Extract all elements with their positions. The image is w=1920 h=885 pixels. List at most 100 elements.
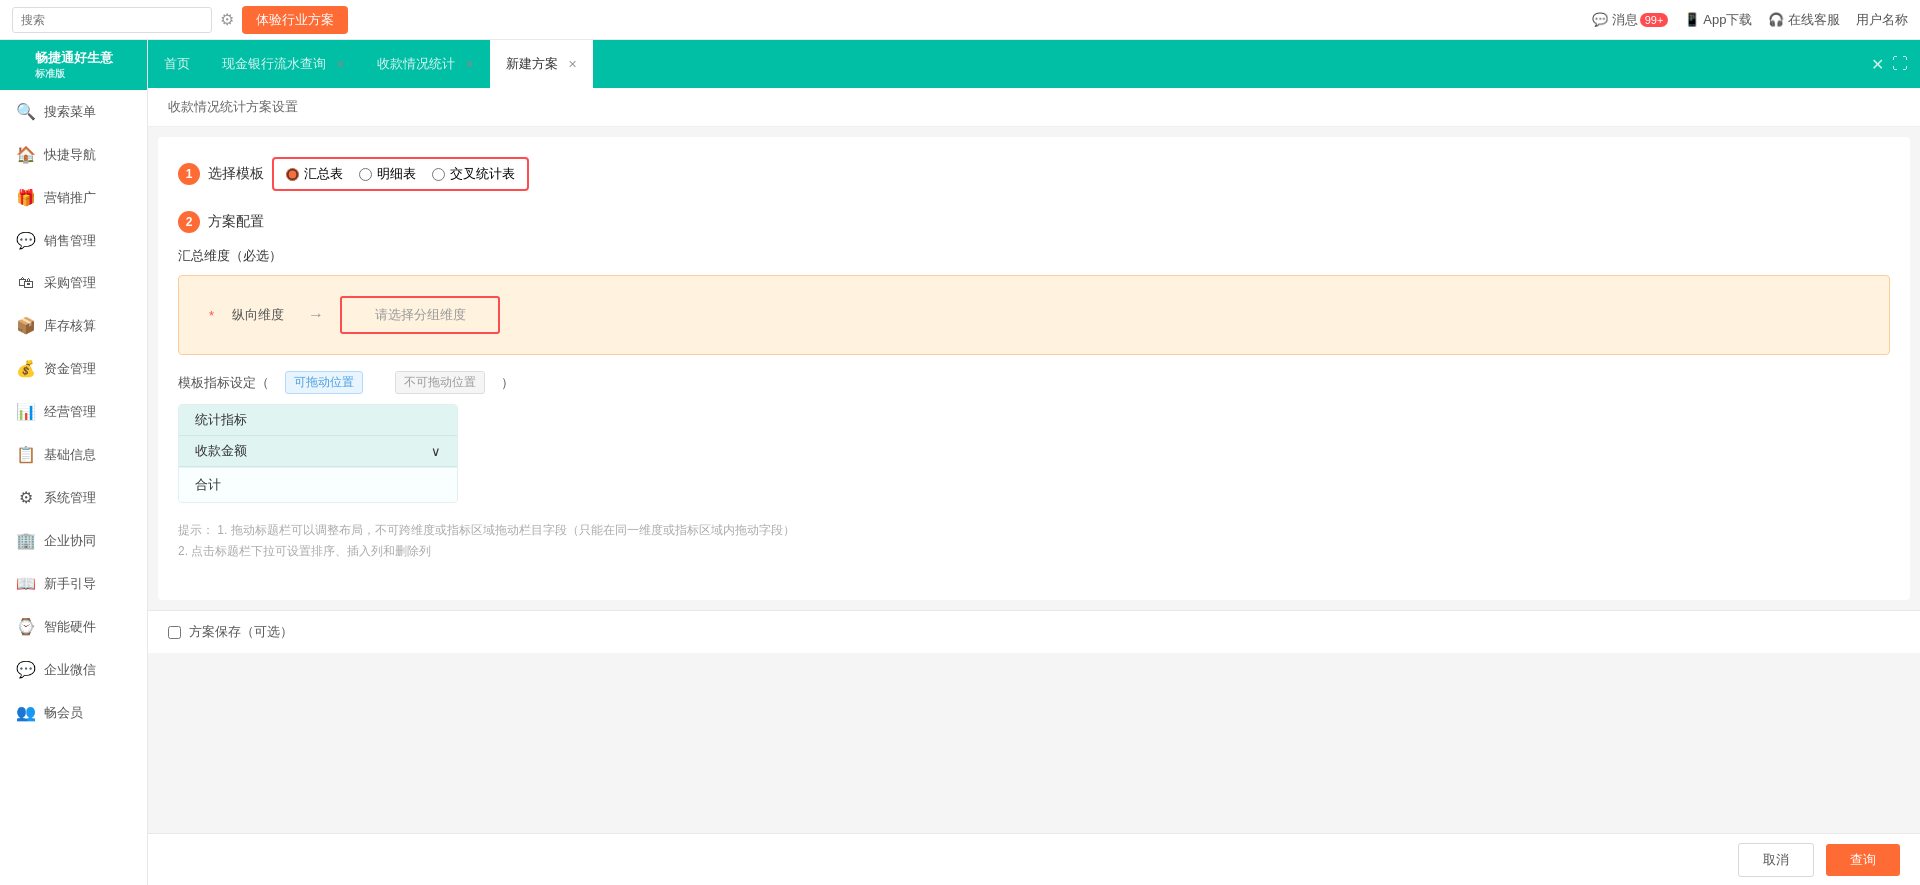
sidebar-item-weixin[interactable]: 💬 企业微信 bbox=[0, 648, 147, 691]
radio-detail-input[interactable] bbox=[359, 168, 372, 181]
search-menu-icon: 🔍 bbox=[16, 102, 36, 121]
sidebar-item-finance[interactable]: 💰 资金管理 bbox=[0, 347, 147, 390]
sidebar-item-smart-hw[interactable]: ⌚ 智能硬件 bbox=[0, 605, 147, 648]
logo-badge: 标准版 bbox=[35, 67, 113, 81]
logo-text: 畅捷通好生意 bbox=[35, 49, 113, 67]
indicator-table-row: 合计 bbox=[179, 467, 457, 502]
column-dropdown-icon[interactable]: ∨ bbox=[431, 444, 441, 459]
gear-icon[interactable]: ⚙ bbox=[220, 10, 234, 29]
tips-section: 提示： 1. 拖动标题栏可以调整布局，不可跨维度或指标区域拖动栏目字段（只能在同… bbox=[178, 522, 1890, 560]
app-download[interactable]: 📱 App下载 bbox=[1684, 11, 1752, 29]
sidebar-item-purchase[interactable]: 🛍 采购管理 bbox=[0, 262, 147, 304]
search-input[interactable] bbox=[12, 7, 212, 33]
vertical-dimension-input[interactable]: 请选择分组维度 bbox=[340, 296, 500, 334]
operations-icon: 📊 bbox=[16, 402, 36, 421]
radio-detail[interactable]: 明细表 bbox=[359, 165, 416, 183]
online-support[interactable]: 🎧 在线客服 bbox=[1768, 11, 1840, 29]
notification-item[interactable]: 💬 消息99+ bbox=[1592, 11, 1668, 29]
top-bar: ⚙ 体验行业方案 💬 消息99+ 📱 App下载 🎧 在线客服 用户名称 bbox=[0, 0, 1920, 40]
basic-info-icon: 📋 bbox=[16, 445, 36, 464]
sidebar-item-basic-info[interactable]: 📋 基础信息 bbox=[0, 433, 147, 476]
radio-summary[interactable]: 汇总表 bbox=[286, 165, 343, 183]
sidebar-item-marketing[interactable]: 🎁 营销推广 bbox=[0, 176, 147, 219]
sidebar: 畅捷通好生意 标准版 🔍 搜索菜单 🏠 快捷导航 🎁 营销推广 💬 销售管理 bbox=[0, 40, 148, 885]
radio-summary-label: 汇总表 bbox=[304, 165, 343, 183]
sidebar-item-label: 畅会员 bbox=[44, 704, 83, 722]
tab-new-plan[interactable]: 新建方案 ✕ bbox=[490, 40, 593, 88]
tab-close-icon[interactable]: ✕ bbox=[1871, 55, 1884, 74]
radio-cross[interactable]: 交叉统计表 bbox=[432, 165, 515, 183]
weixin-icon: 💬 bbox=[16, 660, 36, 679]
sidebar-item-search-menu[interactable]: 🔍 搜索菜单 bbox=[0, 90, 147, 133]
enterprise-icon: 🏢 bbox=[16, 531, 36, 550]
sidebar-item-label: 营销推广 bbox=[44, 189, 96, 207]
indicator-column-header-row: 收款金额 ∨ bbox=[179, 436, 457, 467]
step1-title: 选择模板 bbox=[208, 165, 264, 183]
step2-header: 2 方案配置 bbox=[178, 211, 1890, 233]
tab-expand-icon[interactable]: ⛶ bbox=[1892, 55, 1908, 73]
system-icon: ⚙ bbox=[16, 488, 36, 507]
sidebar-item-label: 企业协同 bbox=[44, 532, 96, 550]
tip2: 2. 点击标题栏下拉可设置排序、插入列和删除列 bbox=[178, 543, 1890, 560]
sidebar-item-label: 企业微信 bbox=[44, 661, 96, 679]
finance-icon: 💰 bbox=[16, 359, 36, 378]
tab-new-plan-close[interactable]: ✕ bbox=[568, 58, 577, 71]
radio-cross-label: 交叉统计表 bbox=[450, 165, 515, 183]
step1-header: 1 选择模板 汇总表 明细表 bbox=[178, 157, 1890, 191]
guide-icon: 📖 bbox=[16, 574, 36, 593]
cancel-button[interactable]: 取消 bbox=[1738, 843, 1814, 877]
radio-cross-input[interactable] bbox=[432, 168, 445, 181]
quick-nav-icon: 🏠 bbox=[16, 145, 36, 164]
smart-hw-icon: ⌚ bbox=[16, 617, 36, 636]
sidebar-item-label: 经营管理 bbox=[44, 403, 96, 421]
bottom-save-section: 方案保存（可选） bbox=[148, 610, 1920, 653]
tab-bar-actions: ✕ ⛶ bbox=[1871, 55, 1920, 74]
sidebar-item-inventory[interactable]: 📦 库存核算 bbox=[0, 304, 147, 347]
member-icon: 👥 bbox=[16, 703, 36, 722]
tab-cash-flow-close[interactable]: ✕ bbox=[336, 58, 345, 71]
indicator-table: 统计指标 收款金额 ∨ 合计 bbox=[178, 404, 458, 503]
step1-number: 1 bbox=[178, 163, 200, 185]
tab-cash-flow[interactable]: 现金银行流水查询 ✕ bbox=[206, 40, 361, 88]
sidebar-item-sales[interactable]: 💬 销售管理 bbox=[0, 219, 147, 262]
sidebar-item-operations[interactable]: 📊 经营管理 bbox=[0, 390, 147, 433]
query-button[interactable]: 查询 bbox=[1826, 844, 1900, 876]
tab-cash-flow-label: 现金银行流水查询 bbox=[222, 55, 326, 73]
tab-home[interactable]: 首页 bbox=[148, 40, 206, 88]
vertical-dimension-row: * 纵向维度 → 请选择分组维度 bbox=[209, 296, 1859, 334]
save-plan-checkbox[interactable] bbox=[168, 626, 181, 639]
form-card: 1 选择模板 汇总表 明细表 bbox=[158, 137, 1910, 600]
tab-receipt-stats[interactable]: 收款情况统计 ✕ bbox=[361, 40, 490, 88]
notification-badge: 99+ bbox=[1640, 13, 1669, 27]
user-name: 用户名称 bbox=[1856, 11, 1908, 29]
tab-new-plan-label: 新建方案 bbox=[506, 55, 558, 73]
marketing-icon: 🎁 bbox=[16, 188, 36, 207]
draggable-badge: 可拖动位置 bbox=[285, 371, 363, 394]
main-layout: 畅捷通好生意 标准版 🔍 搜索菜单 🏠 快捷导航 🎁 营销推广 💬 销售管理 bbox=[0, 40, 1920, 885]
sidebar-item-label: 资金管理 bbox=[44, 360, 96, 378]
dimension-section-label: 汇总维度（必选） bbox=[178, 247, 1890, 265]
sidebar-item-label: 库存核算 bbox=[44, 317, 96, 335]
step1-section: 1 选择模板 汇总表 明细表 bbox=[178, 157, 1890, 191]
non-draggable-badge: 不可拖动位置 bbox=[395, 371, 485, 394]
sidebar-item-guide[interactable]: 📖 新手引导 bbox=[0, 562, 147, 605]
tab-receipt-stats-label: 收款情况统计 bbox=[377, 55, 455, 73]
indicator-label-suffix: ） bbox=[501, 374, 514, 392]
content-area: 首页 现金银行流水查询 ✕ 收款情况统计 ✕ 新建方案 ✕ ✕ ⛶ 收款情况统计… bbox=[148, 40, 1920, 885]
sidebar-item-system[interactable]: ⚙ 系统管理 bbox=[0, 476, 147, 519]
trial-button[interactable]: 体验行业方案 bbox=[242, 6, 348, 34]
sidebar-item-label: 新手引导 bbox=[44, 575, 96, 593]
page-content: 收款情况统计方案设置 1 选择模板 汇总表 bbox=[148, 88, 1920, 833]
sidebar-item-enterprise[interactable]: 🏢 企业协同 bbox=[0, 519, 147, 562]
dimension-area: * 纵向维度 → 请选择分组维度 bbox=[178, 275, 1890, 355]
radio-detail-label: 明细表 bbox=[377, 165, 416, 183]
sales-icon: 💬 bbox=[16, 231, 36, 250]
indicator-label-row: 模板指标设定（ 可拖动位置 不可拖动位置 ） bbox=[178, 371, 1890, 394]
top-bar-left: ⚙ 体验行业方案 bbox=[12, 6, 348, 34]
tab-receipt-stats-close[interactable]: ✕ bbox=[465, 58, 474, 71]
sidebar-item-member[interactable]: 👥 畅会员 bbox=[0, 691, 147, 734]
sidebar-item-quick-nav[interactable]: 🏠 快捷导航 bbox=[0, 133, 147, 176]
template-options-border: 汇总表 明细表 交叉统计表 bbox=[272, 157, 529, 191]
save-plan-label[interactable]: 方案保存（可选） bbox=[189, 623, 293, 641]
radio-summary-input[interactable] bbox=[286, 168, 299, 181]
